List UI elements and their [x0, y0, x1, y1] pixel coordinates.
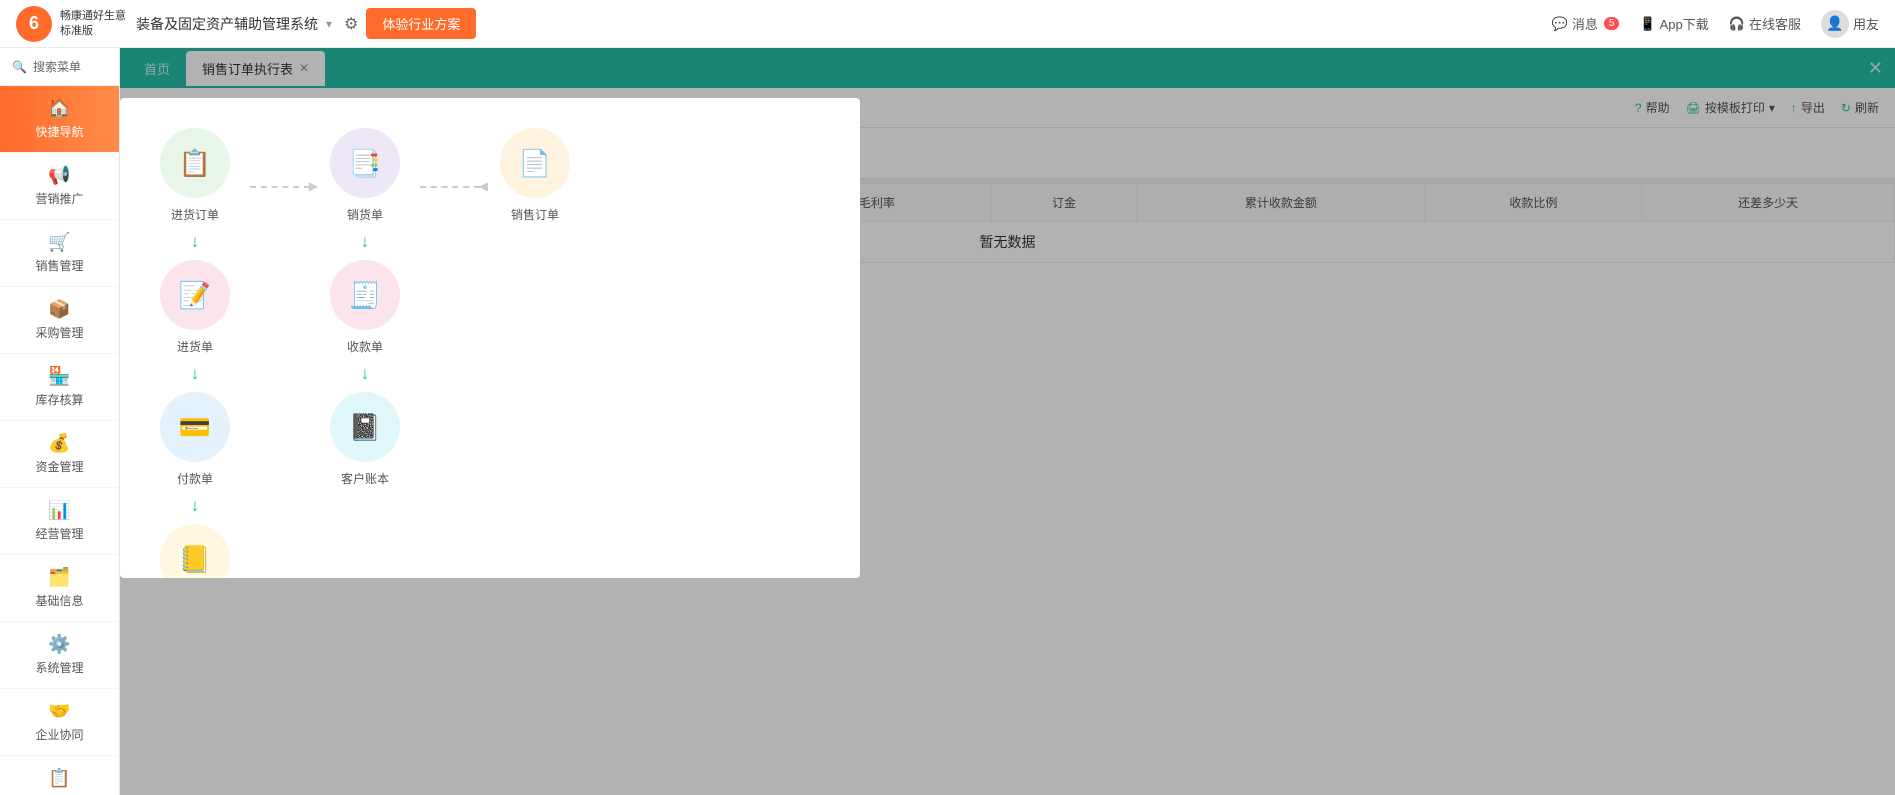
- marketing-icon: 📢: [48, 165, 70, 186]
- customer-ledger-circle: 📓: [330, 392, 400, 462]
- system-icon: ⚙️: [48, 634, 70, 655]
- sidebar-item-inventory[interactable]: 🏪 库存核算: [0, 354, 119, 421]
- main-layout: 🔍 搜索菜单 🏠 快捷导航 📢 营销推广 🛒 销售管理 📦 采购管理 🏪 库存核…: [0, 48, 1895, 795]
- receipt-bill-node[interactable]: 🧾 收款单: [330, 260, 400, 355]
- search-icon: 🔍: [12, 60, 27, 74]
- arrow-down-1: ↓: [191, 231, 200, 252]
- sidebar-item-purchase[interactable]: 📦 采购管理: [0, 287, 119, 354]
- supplier-ledger-node[interactable]: 📒 供应商账本: [160, 524, 230, 578]
- inventory-icon: 🏪: [48, 366, 70, 387]
- app-icon: 📱: [1639, 16, 1655, 32]
- settings-icon[interactable]: ⚙: [344, 14, 358, 34]
- top-header: 6 畅康通好生意 标准版 装备及固定资产辅助管理系统 ▾ ⚙ 体验行业方案 💬 …: [0, 0, 1895, 48]
- customer-ledger-node[interactable]: 📓 客户账本: [330, 392, 400, 487]
- purchase-bill-node[interactable]: 📝 进货单: [160, 260, 230, 355]
- flow-dialog-overlay[interactable]: 📋 进货订单 ↓ 📝 进货单: [120, 48, 1895, 795]
- system-name: 装备及固定资产辅助管理系统: [136, 14, 318, 34]
- sidebar-item-system[interactable]: ⚙️ 系统管理: [0, 622, 119, 689]
- flow-diagram: 📋 进货订单 ↓ 📝 进货单: [160, 128, 820, 578]
- system-title: 装备及固定资产辅助管理系统 ▾ ⚙ 体验行业方案: [136, 8, 1552, 39]
- sales-bill-node[interactable]: 📑 销货单: [330, 128, 400, 223]
- purchase-bill-circle: 📝: [160, 260, 230, 330]
- logo-area: 6 畅康通好生意 标准版: [16, 6, 136, 42]
- header-right: 💬 消息 5 📱 App下载 🎧 在线客服 👤 用友: [1552, 10, 1879, 38]
- quick-guide-panel: 📋 进货订单 ↓ 📝 进货单: [120, 98, 860, 578]
- sales-order-circle: 📄: [500, 128, 570, 198]
- sidebar-item-basic[interactable]: 🗂️ 基础信息: [0, 555, 119, 622]
- sidebar-item-sales[interactable]: 🛒 销售管理: [0, 220, 119, 287]
- sidebar-item-quick-nav[interactable]: 🏠 快捷导航: [0, 86, 119, 153]
- app-download-action[interactable]: 📱 App下载: [1639, 14, 1708, 33]
- purchase-icon: 📦: [48, 299, 70, 320]
- sales-bill-label: 销货单: [347, 206, 383, 223]
- sidebar-item-finance[interactable]: 💰 资金管理: [0, 421, 119, 488]
- sales-bill-circle: 📑: [330, 128, 400, 198]
- purchase-order-label: 进货订单: [171, 206, 219, 223]
- sidebar: 🔍 搜索菜单 🏠 快捷导航 📢 营销推广 🛒 销售管理 📦 采购管理 🏪 库存核…: [0, 48, 120, 795]
- arrow-down-5: ↓: [361, 363, 370, 384]
- message-icon: 💬: [1552, 16, 1568, 32]
- customer-ledger-label: 客户账本: [341, 470, 389, 487]
- arrow-down-2: ↓: [191, 363, 200, 384]
- user-action[interactable]: 👤 用友: [1821, 10, 1879, 38]
- payment-bill-circle: 💳: [160, 392, 230, 462]
- dashed-arrow-right-2: ◀: [420, 152, 480, 222]
- col-arrows: ▶: [250, 128, 310, 578]
- user-avatar: 👤: [1821, 10, 1849, 38]
- trial-button[interactable]: 体验行业方案: [366, 8, 476, 39]
- message-badge: 5: [1604, 17, 1620, 30]
- payment-bill-node[interactable]: 💳 付款单: [160, 392, 230, 487]
- sidebar-item-enterprise[interactable]: 🤝 企业协同: [0, 689, 119, 756]
- dashed-arrow-right-1: ▶: [250, 152, 310, 222]
- dropdown-arrow-icon[interactable]: ▾: [326, 17, 332, 31]
- sidebar-item-operations[interactable]: 📊 经营管理: [0, 488, 119, 555]
- finance-icon: 💰: [48, 433, 70, 454]
- col-arrows-2: ◀: [420, 128, 480, 578]
- operations-icon: 📊: [48, 500, 70, 521]
- receipt-bill-label: 收款单: [347, 338, 383, 355]
- sales-order-label: 销售订单: [511, 206, 559, 223]
- purchase-bill-label: 进货单: [177, 338, 213, 355]
- newbie-icon: 📋: [48, 768, 70, 789]
- arrow-down-3: ↓: [191, 495, 200, 516]
- message-action[interactable]: 💬 消息 5: [1552, 14, 1620, 33]
- sales-icon: 🛒: [48, 232, 70, 253]
- sidebar-item-marketing[interactable]: 📢 营销推广: [0, 153, 119, 220]
- search-menu[interactable]: 🔍 搜索菜单: [0, 48, 119, 86]
- online-service-action[interactable]: 🎧 在线客服: [1729, 14, 1801, 33]
- payment-bill-label: 付款单: [177, 470, 213, 487]
- logo-text: 畅康通好生意 标准版: [60, 9, 126, 38]
- logo-icon: 6: [16, 6, 52, 42]
- enterprise-icon: 🤝: [48, 701, 70, 722]
- basic-icon: 🗂️: [48, 567, 70, 588]
- purchase-order-node[interactable]: 📋 进货订单: [160, 128, 230, 223]
- sales-order-node[interactable]: 📄 销售订单: [500, 128, 570, 223]
- receipt-bill-circle: 🧾: [330, 260, 400, 330]
- quick-nav-icon: 🏠: [48, 98, 70, 119]
- sidebar-item-newbie[interactable]: 📋 新手引导: [0, 756, 119, 795]
- content-area: 首页 销售订单执行表 ✕ ✕ ? 帮助 🖨 按模板打印 ▾ ↑ 导出: [120, 48, 1895, 795]
- supplier-ledger-circle: 📒: [160, 524, 230, 578]
- purchase-order-circle: 📋: [160, 128, 230, 198]
- service-icon: 🎧: [1729, 16, 1745, 32]
- arrow-down-4: ↓: [361, 231, 370, 252]
